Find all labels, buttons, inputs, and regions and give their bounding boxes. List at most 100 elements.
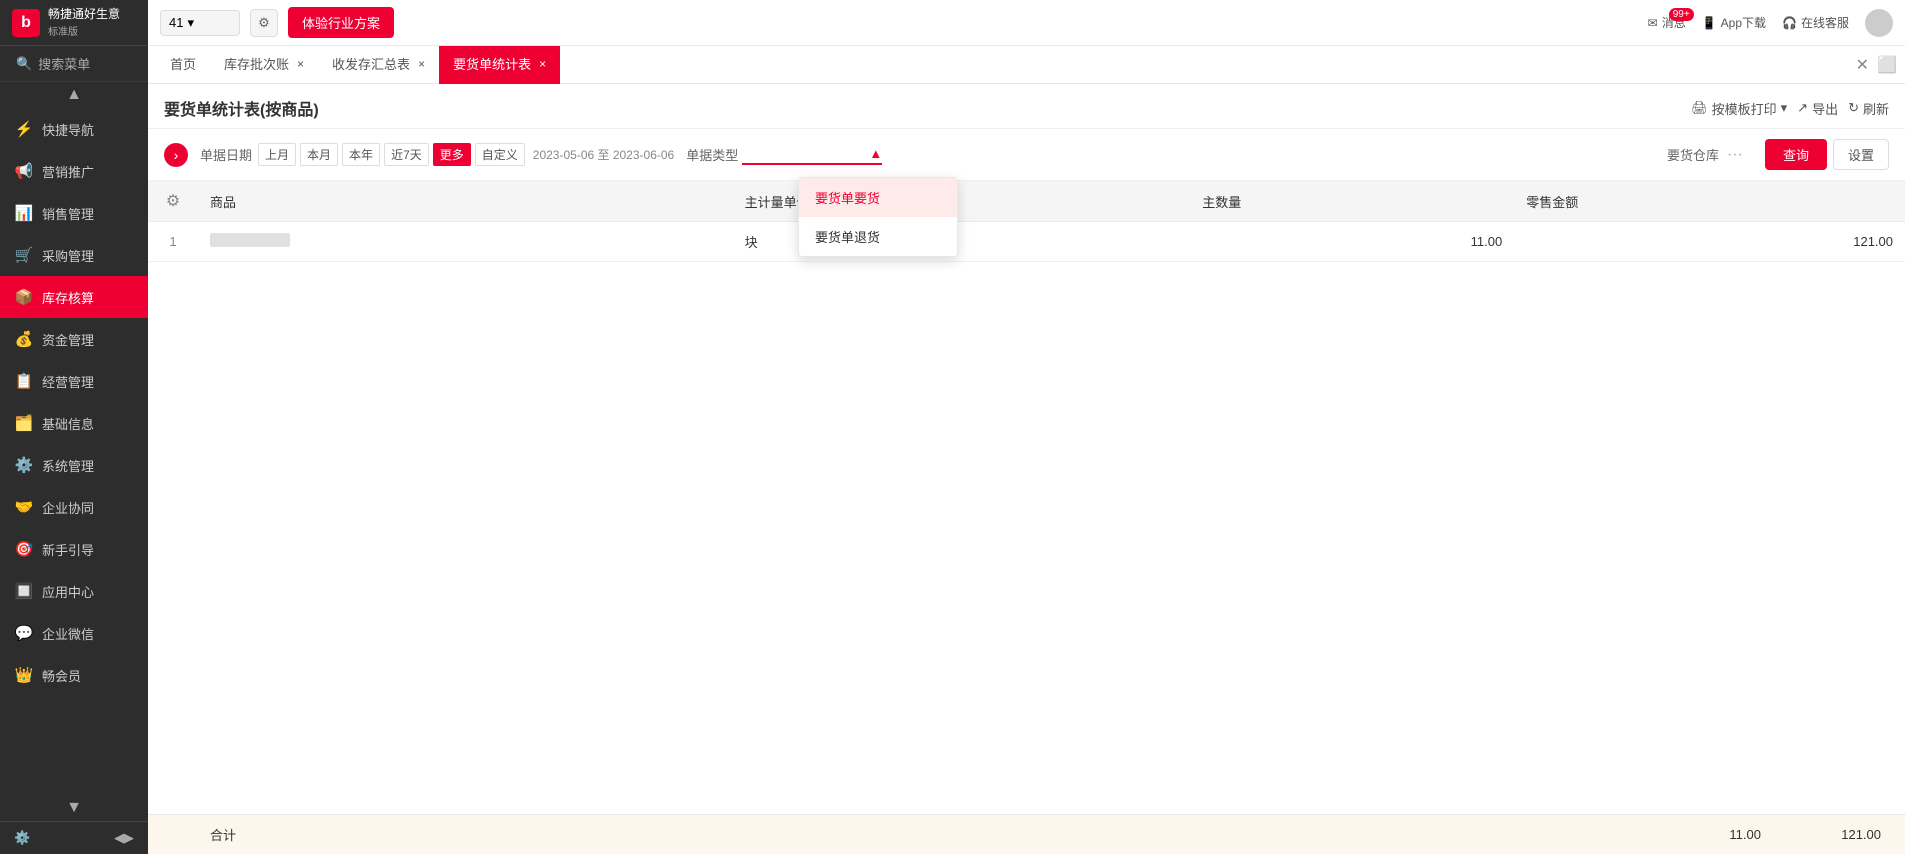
sidebar-bottom: ⚙️ ◀▶ — [0, 821, 148, 854]
warehouse-filter-label: 要货仓库 — [1667, 145, 1719, 164]
sidebar-item-系统管理[interactable]: ⚙️ 系统管理 — [0, 444, 148, 486]
industry-button[interactable]: 体验行业方案 — [288, 7, 394, 38]
table-header-row: ⚙ 商品 主计量单位 主数量 零售金额 — [148, 181, 1905, 222]
sidebar-item-畅会员[interactable]: 👑 畅会员 — [0, 654, 148, 696]
refresh-button[interactable]: ↻ 刷新 — [1848, 99, 1889, 118]
nav-icon-销售管理: 📊 — [14, 203, 34, 223]
tab-inventory-batch[interactable]: 库存批次账 × — [210, 46, 318, 84]
filter-bar: › 单据日期 上月 本月 本年 近7天 更多 自定义 2023-05-06 至 … — [148, 129, 1905, 181]
date-btn-7days[interactable]: 近7天 — [384, 143, 429, 166]
sidebar-item-label: 企业协同 — [42, 498, 94, 517]
chevron-right-icon: › — [174, 147, 179, 163]
close-window-icon[interactable]: ✕ — [1856, 55, 1869, 75]
filter-settings-button[interactable]: 设置 — [1833, 139, 1889, 170]
export-button[interactable]: ↗ 导出 — [1797, 99, 1838, 118]
sidebar-item-库存核算[interactable]: 📦 库存核算 — [0, 276, 148, 318]
date-btn-last-month[interactable]: 上月 — [258, 143, 296, 166]
chevron-down-icon: ▾ — [187, 15, 194, 31]
sidebar-collapse-icon[interactable]: ◀▶ — [114, 830, 134, 846]
maximize-icon[interactable]: ⬜ — [1877, 55, 1897, 75]
date-btn-this-year[interactable]: 本年 — [342, 143, 380, 166]
sidebar-item-企业微信[interactable]: 💬 企业微信 — [0, 612, 148, 654]
sidebar-item-label: 畅会员 — [42, 666, 81, 685]
online-service-button[interactable]: 🎧 在线客服 — [1782, 14, 1849, 31]
sidebar-item-应用中心[interactable]: 🔲 应用中心 — [0, 570, 148, 612]
sidebar-item-营销推广[interactable]: 📢 营销推广 — [0, 150, 148, 192]
org-selector[interactable]: 41 ▾ — [160, 10, 240, 36]
date-btn-this-month[interactable]: 本月 — [300, 143, 338, 166]
table-container: ⚙ 商品 主计量单位 主数量 零售金额 1 — [148, 181, 1905, 814]
warehouse-more-icon[interactable]: ··· — [1727, 146, 1743, 164]
tab-home[interactable]: 首页 — [156, 46, 210, 84]
org-value: 41 — [169, 15, 183, 30]
sidebar-item-资金管理[interactable]: 💰 资金管理 — [0, 318, 148, 360]
sidebar-item-新手引导[interactable]: 🎯 新手引导 — [0, 528, 148, 570]
date-buttons: 上月 本月 本年 近7天 更多 自定义 2023-05-06 至 2023-06… — [258, 143, 674, 166]
cell-qty: 11.00 — [1190, 222, 1514, 262]
tab-close-icon[interactable]: × — [539, 57, 546, 71]
page: 要货单统计表(按商品) 🖨 按模板打印 ▾ ↗ 导出 ↻ 刷新 — [148, 84, 1905, 854]
dropdown-item-要货单退货[interactable]: 要货单退货 — [799, 217, 957, 256]
sidebar-logo: b 畅捷通好生意 标准版 — [0, 0, 148, 46]
search-icon: 🔍 — [16, 56, 32, 72]
nav-icon-采购管理: 🛒 — [14, 245, 34, 265]
nav-icon-库存核算: 📦 — [14, 287, 34, 307]
nav-icon-新手引导: 🎯 — [14, 539, 34, 559]
table-row: 1 块 11.00 121.00 — [148, 222, 1905, 262]
tab-close-icon[interactable]: × — [418, 57, 425, 71]
messages-button[interactable]: ✉ 消息 99+ — [1648, 14, 1686, 31]
topbar: 41 ▾ ⚙ 体验行业方案 ✉ 消息 99+ 📱 App下载 🎧 在线客服 — [148, 0, 1905, 46]
sidebar: b 畅捷通好生意 标准版 🔍 搜索菜单 ▲ ⚡ 快捷导航 📢 营销推广 📊 销售… — [0, 0, 148, 854]
sidebar-search[interactable]: 🔍 搜索菜单 — [0, 46, 148, 82]
service-icon: 🎧 — [1782, 16, 1797, 30]
date-btn-more[interactable]: 更多 — [433, 143, 471, 166]
sidebar-item-label: 营销推广 — [42, 162, 94, 181]
sidebar-item-经营管理[interactable]: 📋 经营管理 — [0, 360, 148, 402]
sidebar-item-销售管理[interactable]: 📊 销售管理 — [0, 192, 148, 234]
settings-icon[interactable]: ⚙️ — [14, 830, 30, 846]
sidebar-item-企业协同[interactable]: 🤝 企业协同 — [0, 486, 148, 528]
chevron-down-icon: ▾ — [1781, 100, 1788, 116]
print-button[interactable]: 🖨 按模板打印 ▾ — [1691, 99, 1787, 118]
tab-label: 首页 — [170, 54, 196, 73]
cell-amount: 121.00 — [1514, 222, 1905, 262]
date-filter-label: 单据日期 — [200, 145, 252, 164]
type-dropdown: 要货单要货 要货单退货 — [798, 177, 958, 257]
tab-order-stats[interactable]: 要货单统计表 × — [439, 46, 560, 84]
page-title: 要货单统计表(按商品) — [164, 96, 319, 120]
filter-actions: 查询 设置 — [1765, 139, 1889, 170]
gear-icon: ⚙ — [258, 15, 270, 31]
tab-close-icon[interactable]: × — [297, 57, 304, 71]
sidebar-nav: ⚡ 快捷导航 📢 营销推广 📊 销售管理 🛒 采购管理 📦 库存核算 💰 资金管… — [0, 108, 148, 795]
topbar-left: 41 ▾ ⚙ 体验行业方案 — [160, 7, 394, 38]
sidebar-item-label: 资金管理 — [42, 330, 94, 349]
sidebar-item-快捷导航[interactable]: ⚡ 快捷导航 — [0, 108, 148, 150]
nav-icon-企业协同: 🤝 — [14, 497, 34, 517]
user-avatar[interactable] — [1865, 9, 1893, 37]
sidebar-item-采购管理[interactable]: 🛒 采购管理 — [0, 234, 148, 276]
sidebar-item-基础信息[interactable]: 🗂️ 基础信息 — [0, 402, 148, 444]
tab-receive-send[interactable]: 收发存汇总表 × — [318, 46, 439, 84]
app-download-button[interactable]: 📱 App下载 — [1702, 14, 1766, 31]
sidebar-scroll-up[interactable]: ▲ — [0, 82, 148, 108]
query-button[interactable]: 查询 — [1765, 139, 1827, 170]
date-btn-custom[interactable]: 自定义 — [475, 143, 525, 166]
refresh-label: 刷新 — [1863, 99, 1889, 118]
nav-icon-基础信息: 🗂️ — [14, 413, 34, 433]
download-icon: 📱 — [1702, 16, 1717, 30]
tab-label: 要货单统计表 — [453, 54, 531, 73]
tab-label: 收发存汇总表 — [332, 54, 410, 73]
filter-expand-button[interactable]: › — [164, 143, 188, 167]
data-table: ⚙ 商品 主计量单位 主数量 零售金额 1 — [148, 181, 1905, 262]
tabs-list: 首页 库存批次账 × 收发存汇总表 × 要货单统计表 × — [156, 46, 560, 84]
type-arrow-icon[interactable]: ▲ — [869, 146, 882, 161]
page-header: 要货单统计表(按商品) 🖨 按模板打印 ▾ ↗ 导出 ↻ 刷新 — [148, 84, 1905, 129]
app-edition: 标准版 — [48, 23, 120, 38]
topbar-settings-button[interactable]: ⚙ — [250, 9, 278, 37]
col-settings-icon[interactable]: ⚙ — [166, 191, 180, 211]
refresh-icon: ↻ — [1848, 100, 1859, 116]
sidebar-scroll-down[interactable]: ▼ — [0, 795, 148, 821]
dropdown-item-要货单要货[interactable]: 要货单要货 — [799, 178, 957, 217]
app-logo-icon: b — [12, 9, 40, 37]
nav-icon-企业微信: 💬 — [14, 623, 34, 643]
